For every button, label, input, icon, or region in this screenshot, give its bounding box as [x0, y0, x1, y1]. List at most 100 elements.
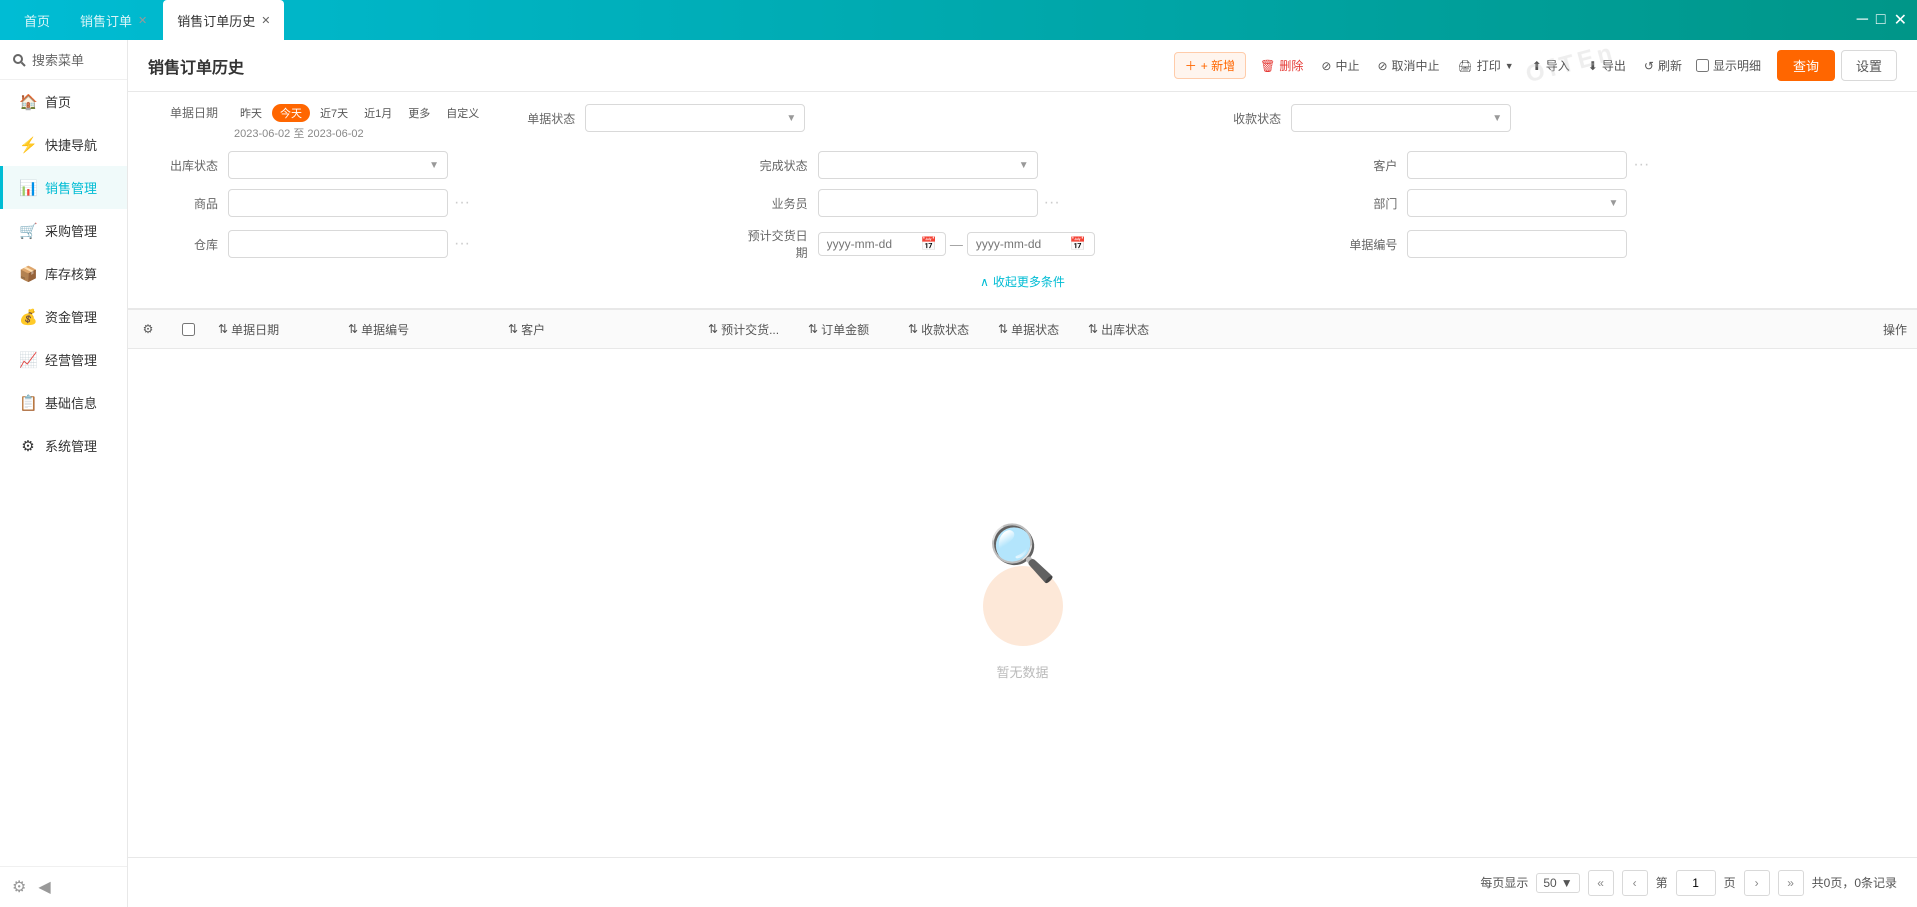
- more-conditions-label: 收起更多条件: [993, 273, 1065, 290]
- collapse-conditions-button[interactable]: ∧ 收起更多条件: [148, 267, 1897, 296]
- table-col-date[interactable]: ⇅ 单据日期: [208, 321, 338, 338]
- salesperson-more-icon[interactable]: ···: [1044, 194, 1060, 212]
- sidebar-item-purchase[interactable]: 🛒 采购管理: [0, 209, 127, 252]
- cancel-stop-button[interactable]: ⊘ 取消中止: [1373, 55, 1443, 76]
- warehouse-select[interactable]: [228, 230, 448, 258]
- table-select-all[interactable]: [182, 323, 195, 336]
- warehouse-more-icon[interactable]: ···: [454, 235, 470, 253]
- table-col-amount[interactable]: ⇅ 订单金额: [798, 321, 898, 338]
- tab-sales-order-label: 销售订单: [80, 11, 132, 30]
- refresh-button[interactable]: ↺ 刷新: [1640, 55, 1686, 76]
- product-more-icon[interactable]: ···: [454, 194, 470, 212]
- tab-sales-order-close[interactable]: ✕: [138, 14, 147, 27]
- tab-sales-order[interactable]: 销售订单 ✕: [66, 0, 161, 40]
- delivery-status-select[interactable]: ▼: [228, 151, 448, 179]
- sidebar-item-operations[interactable]: 📈 经营管理: [0, 338, 127, 381]
- table-col-number[interactable]: ⇅ 单据编号: [338, 321, 498, 338]
- tab-sales-order-history-close[interactable]: ✕: [261, 14, 270, 27]
- prev-page-button[interactable]: ‹: [1622, 870, 1648, 896]
- print-button[interactable]: 🖨 打印 ▼: [1454, 55, 1518, 76]
- sidebar-item-home[interactable]: 🏠 首页: [0, 80, 127, 123]
- expected-date-to[interactable]: [976, 237, 1066, 251]
- warehouse-label: 仓库: [148, 236, 228, 253]
- date-1month-btn[interactable]: 近1月: [358, 104, 398, 122]
- customer-more-icon[interactable]: ···: [1633, 156, 1649, 174]
- display-toggle-checkbox[interactable]: [1696, 59, 1709, 72]
- date-more-btn[interactable]: 更多: [402, 104, 436, 122]
- import-button[interactable]: ⬆ 导入: [1528, 55, 1574, 76]
- salesperson-select[interactable]: [818, 189, 1038, 217]
- sidebar-item-basic-info[interactable]: 📋 基础信息: [0, 381, 127, 424]
- tab-home[interactable]: 首页: [10, 0, 64, 40]
- stop-button[interactable]: ⊘ 中止: [1317, 55, 1363, 76]
- table-col-actions: 操作: [1168, 321, 1917, 338]
- table-settings-icon[interactable]: ⚙: [143, 322, 154, 336]
- sidebar-search[interactable]: 搜索菜单: [0, 40, 127, 80]
- settings-button[interactable]: 设置: [1841, 50, 1897, 81]
- cancel-stop-label: 取消中止: [1392, 57, 1440, 74]
- sidebar-item-inventory-label: 库存核算: [45, 264, 97, 283]
- col-sort-icon: ⇅: [808, 322, 818, 336]
- customer-select[interactable]: [1407, 151, 1627, 179]
- table-col-delivery-status[interactable]: ⇅ 出库状态: [1078, 321, 1168, 338]
- order-status-select[interactable]: ▼: [585, 104, 805, 132]
- tab-sales-order-history[interactable]: 销售订单历史 ✕: [163, 0, 284, 40]
- sidebar-item-quick-nav[interactable]: ⚡ 快捷导航: [0, 123, 127, 166]
- next-page-button[interactable]: ›: [1744, 870, 1770, 896]
- calendar-from-icon[interactable]: 📅: [921, 236, 937, 252]
- calendar-to-icon[interactable]: 📅: [1070, 236, 1086, 252]
- date-yesterday-btn[interactable]: 昨天: [234, 104, 268, 122]
- order-number-input[interactable]: [1407, 230, 1627, 258]
- col-number-label: 单据编号: [361, 321, 409, 338]
- date-custom-btn[interactable]: 自定义: [440, 104, 485, 122]
- basic-info-icon: 📋: [19, 394, 37, 412]
- table-col-delivery[interactable]: ⇅ 预计交货...: [698, 321, 798, 338]
- sidebar-item-home-label: 首页: [45, 92, 71, 111]
- complete-status-select[interactable]: ▼: [818, 151, 1038, 179]
- table-col-customer[interactable]: ⇅ 客户: [498, 321, 698, 338]
- window-maximize-icon[interactable]: □: [1876, 11, 1886, 29]
- department-arrow-icon: ▼: [1608, 198, 1618, 209]
- last-page-button[interactable]: »: [1778, 870, 1804, 896]
- display-toggle[interactable]: 显示明细: [1696, 57, 1761, 74]
- table-col-receipt[interactable]: ⇅ 收款状态: [898, 321, 988, 338]
- page-header: 销售订单历史 ＋ + 新增 🗑 删除 ⊘ 中止 ⊘ 取消中止: [128, 40, 1917, 92]
- table-checkbox-col[interactable]: [168, 323, 208, 336]
- collapse-up-icon: ∧: [980, 275, 989, 289]
- sidebar-item-system[interactable]: ⚙ 系统管理: [0, 424, 127, 467]
- sidebar-settings-icon[interactable]: ⚙: [12, 877, 26, 897]
- page-size-select[interactable]: 50 ▼: [1536, 873, 1579, 893]
- table-col-status[interactable]: ⇅ 单据状态: [988, 321, 1078, 338]
- sidebar-item-sales[interactable]: 📊 销售管理: [0, 166, 127, 209]
- date-today-btn[interactable]: 今天: [272, 104, 310, 122]
- print-label: 打印: [1477, 57, 1501, 74]
- sidebar-item-purchase-label: 采购管理: [45, 221, 97, 240]
- delete-button[interactable]: 🗑 删除: [1256, 55, 1307, 76]
- sidebar-search-label: 搜索菜单: [32, 50, 84, 69]
- expected-date-from[interactable]: [827, 237, 917, 251]
- system-icon: ⚙: [19, 437, 37, 455]
- col-delivery-label: 预计交货...: [721, 321, 779, 338]
- sidebar-item-inventory[interactable]: 📦 库存核算: [0, 252, 127, 295]
- department-select[interactable]: ▼: [1407, 189, 1627, 217]
- date-7days-btn[interactable]: 近7天: [314, 104, 354, 122]
- empty-text: 暂无数据: [996, 662, 1048, 681]
- export-button[interactable]: ⬇ 导出: [1584, 55, 1630, 76]
- delivery-status-arrow-icon: ▼: [429, 160, 439, 171]
- table-settings-col[interactable]: ⚙: [128, 322, 168, 336]
- receipt-status-label: 收款状态: [1211, 110, 1291, 127]
- receipt-status-select[interactable]: ▼: [1291, 104, 1511, 132]
- product-select[interactable]: [228, 189, 448, 217]
- window-close-icon[interactable]: ✕: [1894, 10, 1907, 30]
- order-status-label: 单据状态: [505, 110, 585, 127]
- query-button[interactable]: 查询: [1777, 50, 1835, 81]
- new-button[interactable]: ＋ + 新增: [1174, 52, 1246, 79]
- content-area: 销售订单历史 ＋ + 新增 🗑 删除 ⊘ 中止 ⊘ 取消中止: [128, 40, 1917, 907]
- sidebar-item-finance[interactable]: 💰 资金管理: [0, 295, 127, 338]
- first-page-button[interactable]: «: [1588, 870, 1614, 896]
- sidebar-collapse-icon[interactable]: ◀: [38, 877, 50, 897]
- sidebar-item-system-label: 系统管理: [45, 436, 97, 455]
- display-toggle-label: 显示明细: [1713, 57, 1761, 74]
- page-number-input[interactable]: [1676, 870, 1716, 896]
- window-minimize-icon[interactable]: ─: [1857, 11, 1868, 29]
